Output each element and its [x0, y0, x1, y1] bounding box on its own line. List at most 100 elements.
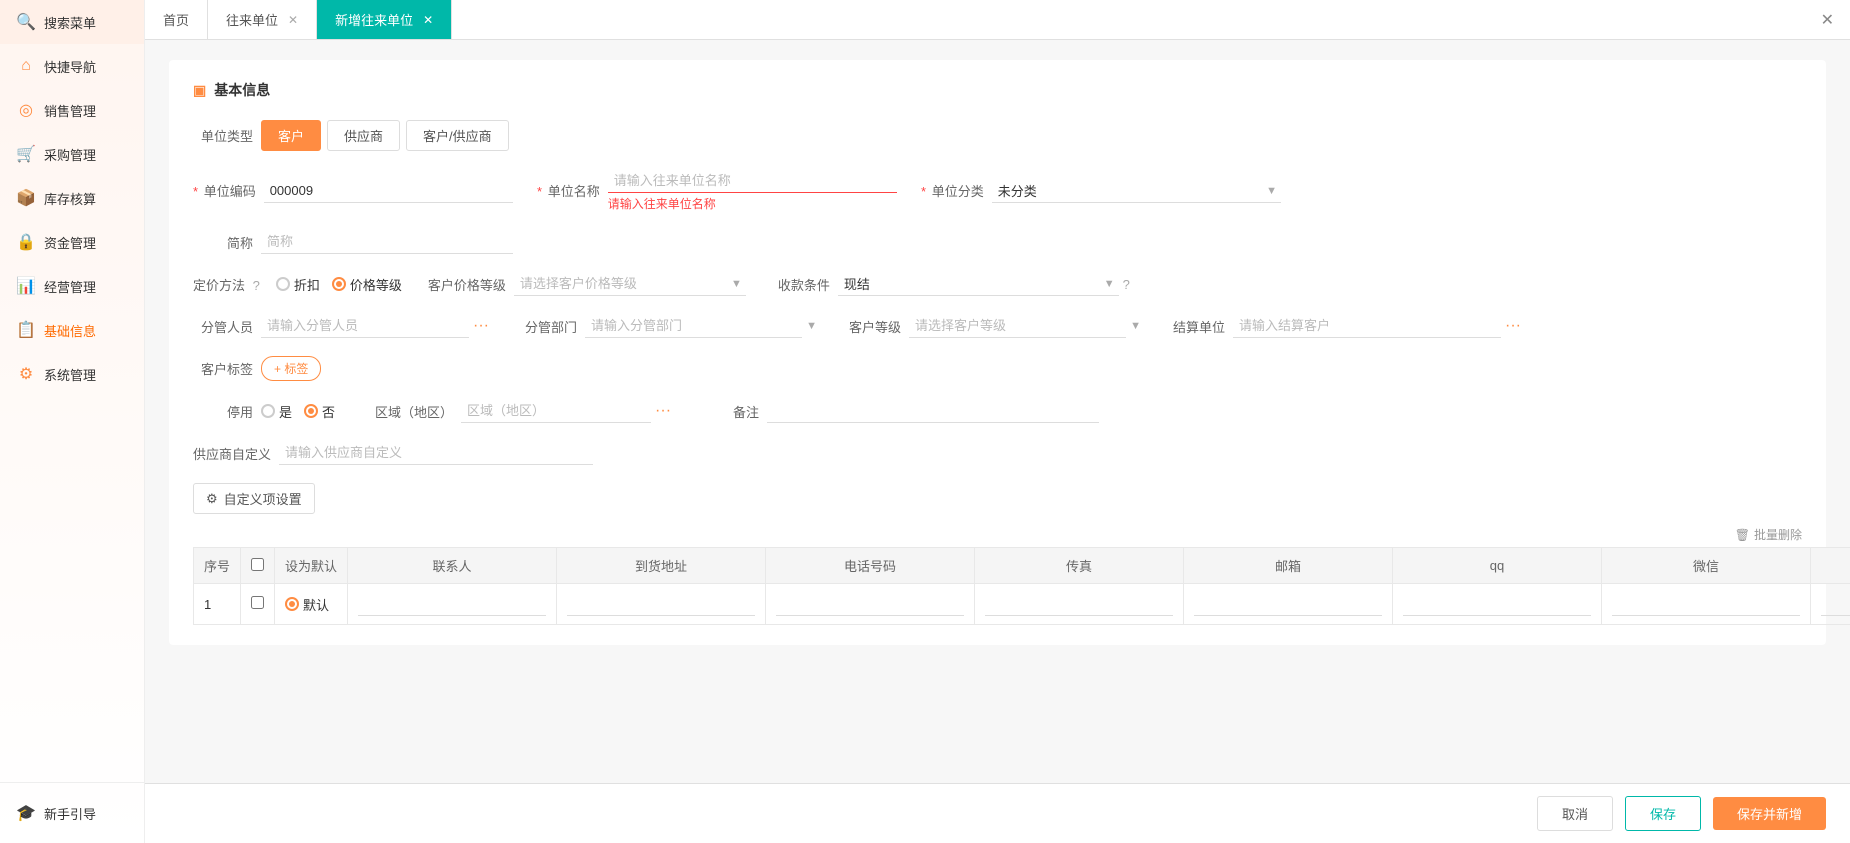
radio-yes-circle — [261, 404, 275, 418]
select-all-checkbox[interactable] — [251, 558, 264, 571]
custom-settings-button[interactable]: ⚙ 自定义项设置 — [193, 483, 315, 514]
row-contact-input[interactable] — [358, 592, 546, 616]
sidebar-item-inventory[interactable]: 📦 库存核算 — [0, 176, 144, 220]
sidebar-item-label: 新手引导 — [44, 804, 96, 823]
unit-type-label: 单位类型 — [193, 126, 253, 145]
row-phone-input[interactable] — [776, 592, 964, 616]
sidebar-item-operations[interactable]: 📊 经营管理 — [0, 264, 144, 308]
settlement-unit-input[interactable] — [1233, 314, 1501, 338]
type-btn-customer[interactable]: 客户 — [261, 120, 321, 151]
payment-help-icon[interactable]: ? — [1123, 277, 1130, 292]
sidebar-item-guide[interactable]: 🎓 新手引导 — [0, 791, 144, 835]
supplier-custom-input[interactable] — [279, 441, 593, 465]
main-panel: 首页 往来单位 ✕ 新增往来单位 ✕ ✕ ▣ 基本信息 单位类型 — [145, 0, 1850, 843]
row-wechat — [1602, 584, 1811, 625]
col-contact: 联系人 — [348, 548, 557, 584]
table-row: 1 默认 — [194, 584, 1850, 625]
unit-category-label: * 单位分类 — [921, 181, 984, 200]
manager-input[interactable] — [261, 314, 469, 338]
tab-bar-spacer — [452, 0, 1804, 39]
unit-type-row: 单位类型 客户 供应商 客户/供应商 — [193, 120, 1802, 151]
table-header: 序号 设为默认 联系人 到货地址 电话号码 传真 邮箱 qq 微信 所在地区 — [194, 548, 1850, 584]
department-field: 分管部门 ▼ — [517, 314, 817, 338]
col-fax: 传真 — [975, 548, 1184, 584]
remark-input[interactable] — [767, 399, 1099, 423]
radio-yes[interactable]: 是 — [261, 402, 292, 421]
row-qq — [1393, 584, 1602, 625]
short-name-input[interactable] — [261, 230, 513, 254]
sidebar-item-label: 系统管理 — [44, 365, 96, 384]
sidebar-item-finance[interactable]: 🔒 资金管理 — [0, 220, 144, 264]
tags-field: 客户标签 + 标签 — [193, 356, 1802, 381]
tab-home-label: 首页 — [163, 10, 189, 29]
tab-new-partner-label: 新增往来单位 — [335, 10, 413, 29]
save-new-button[interactable]: 保存并新增 — [1713, 797, 1826, 830]
pricing-method-field: 定价方法 ? 折扣 价格等级 — [193, 275, 402, 294]
region-input[interactable] — [461, 399, 651, 423]
radio-no[interactable]: 否 — [304, 402, 335, 421]
row-wechat-input[interactable] — [1612, 592, 1800, 616]
sidebar-item-search[interactable]: 🔍 搜索菜单 — [0, 0, 144, 44]
payment-terms-input[interactable] — [838, 272, 1119, 296]
custom-settings-label: 自定义项设置 — [224, 489, 302, 508]
tab-new-partner[interactable]: 新增往来单位 ✕ — [317, 0, 452, 39]
window-close-button[interactable]: ✕ — [1805, 0, 1850, 39]
row-qq-input[interactable] — [1403, 592, 1591, 616]
radio-price-level[interactable]: 价格等级 — [332, 275, 402, 294]
sidebar-item-label: 采购管理 — [44, 145, 96, 164]
bulk-delete-btn[interactable]: 🗑 批量删除 — [193, 526, 1802, 543]
tab-partners[interactable]: 往来单位 ✕ — [208, 0, 317, 39]
customer-level-input[interactable] — [909, 314, 1126, 338]
row-phone — [766, 584, 975, 625]
unit-code-field: * 单位编码 — [193, 179, 513, 203]
col-phone: 电话号码 — [766, 548, 975, 584]
row-email-input[interactable] — [1194, 592, 1382, 616]
settlement-unit-field: 结算单位 ··· — [1165, 314, 1525, 338]
row-address-input[interactable] — [567, 592, 755, 616]
tab-partners-close[interactable]: ✕ — [288, 13, 298, 27]
sidebar-item-quick-nav[interactable]: ⌂ 快捷导航 — [0, 44, 144, 88]
pricing-help-icon[interactable]: ? — [253, 278, 260, 293]
required-star2: * — [537, 184, 542, 199]
col-wechat: 微信 — [1602, 548, 1811, 584]
settlement-unit-label: 结算单位 — [1165, 317, 1225, 336]
row-region-input[interactable] — [1821, 592, 1850, 616]
customer-level-label: 客户等级 — [841, 317, 901, 336]
pricing-method-label: 定价方法 ? — [193, 275, 260, 294]
department-input[interactable] — [585, 314, 802, 338]
tab-new-partner-close[interactable]: ✕ — [423, 13, 433, 27]
tag-add-button[interactable]: + 标签 — [261, 356, 321, 381]
unit-category-input[interactable] — [992, 179, 1281, 203]
manager-more-btn[interactable]: ··· — [469, 317, 493, 335]
radio-discount-circle — [276, 277, 290, 291]
region-more-btn[interactable]: ··· — [651, 402, 675, 420]
customer-price-input[interactable] — [514, 272, 746, 296]
radio-discount[interactable]: 折扣 — [276, 275, 320, 294]
tab-home[interactable]: 首页 — [145, 0, 208, 39]
row-fax-input[interactable] — [985, 592, 1173, 616]
type-btn-supplier[interactable]: 供应商 — [327, 120, 400, 151]
payment-terms-field: 收款条件 ▼ ? — [770, 272, 1130, 296]
disable-radio-group: 是 否 — [261, 402, 335, 421]
row-default-radio[interactable]: 默认 — [285, 595, 337, 614]
sidebar-item-basic-info[interactable]: 📋 基础信息 — [0, 308, 144, 352]
unit-name-input[interactable] — [608, 169, 897, 193]
col-default: 设为默认 — [275, 548, 348, 584]
save-button[interactable]: 保存 — [1625, 796, 1701, 831]
row-checkbox[interactable] — [251, 596, 264, 609]
sidebar-item-purchase[interactable]: 🛒 采购管理 — [0, 132, 144, 176]
customer-price-field: 客户价格等级 ▼ — [426, 272, 746, 296]
sidebar-item-system[interactable]: ⚙ 系统管理 — [0, 352, 144, 396]
section-title: ▣ 基本信息 — [193, 80, 1802, 100]
unit-code-label: * 单位编码 — [193, 181, 256, 200]
cancel-button[interactable]: 取消 — [1537, 796, 1613, 831]
sidebar-item-label: 快捷导航 — [44, 57, 96, 76]
row-checkbox-cell — [241, 584, 275, 625]
sidebar-item-label: 搜索菜单 — [44, 13, 96, 32]
row-seq: 1 — [194, 584, 241, 625]
type-btn-both[interactable]: 客户/供应商 — [406, 120, 509, 151]
sidebar-item-sales[interactable]: ◎ 销售管理 — [0, 88, 144, 132]
settlement-more-btn[interactable]: ··· — [1501, 317, 1525, 335]
short-name-row: 简称 — [193, 230, 1802, 254]
unit-code-input[interactable] — [264, 179, 513, 203]
